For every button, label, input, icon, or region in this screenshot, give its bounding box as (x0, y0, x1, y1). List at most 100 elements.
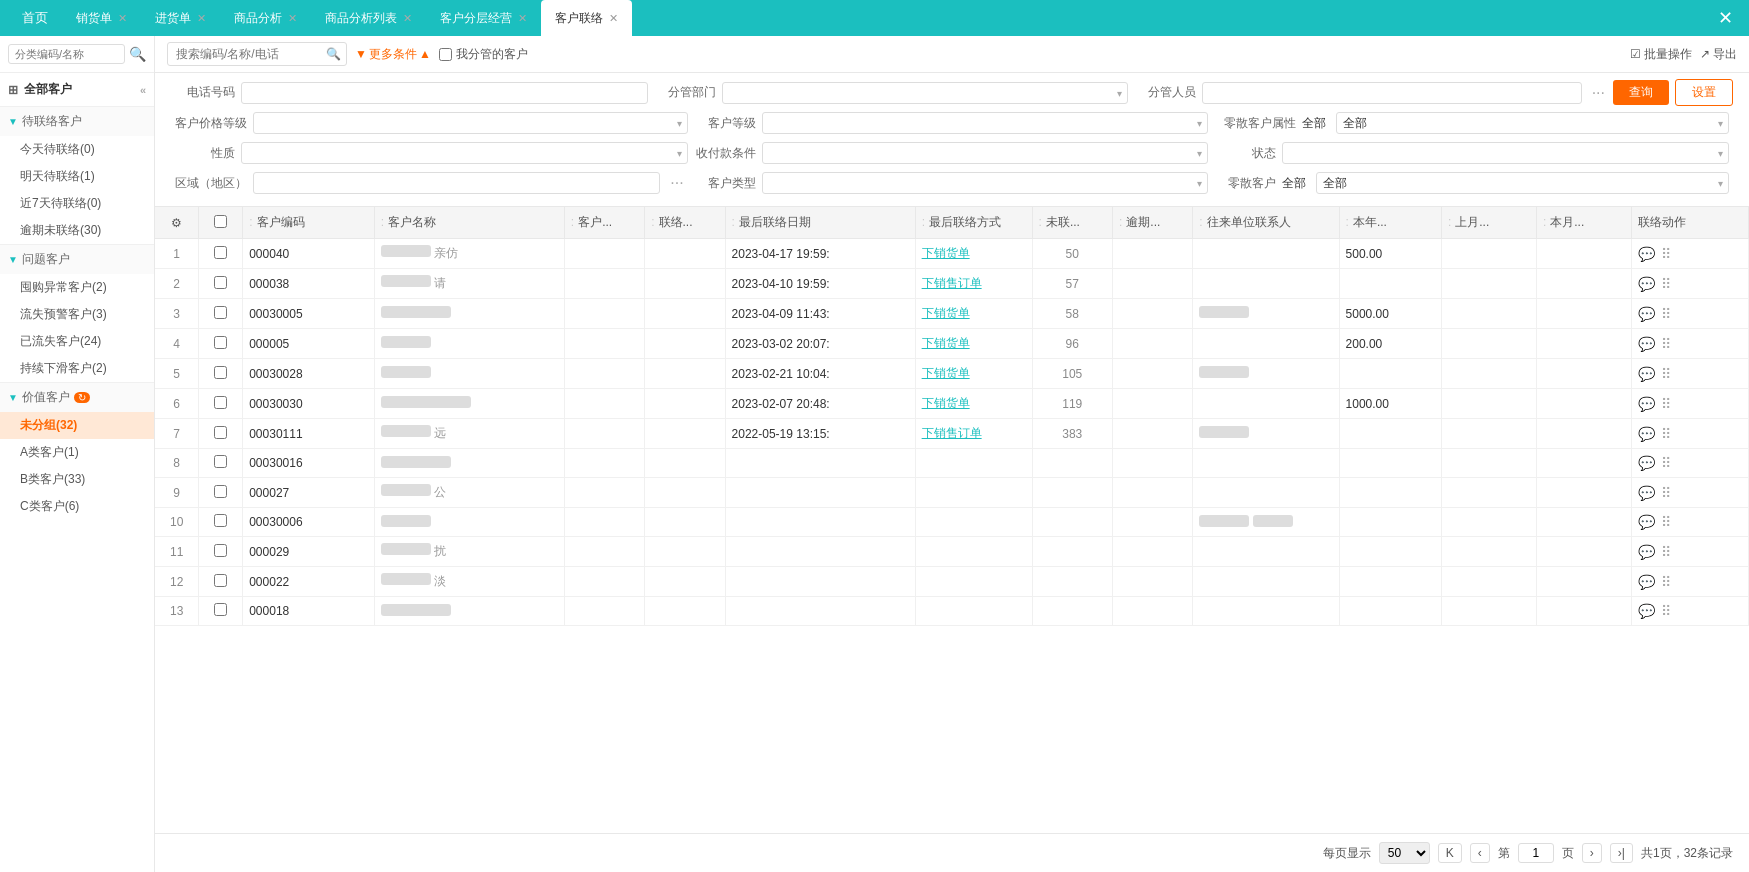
status-select[interactable] (1282, 142, 1729, 164)
price-level-select[interactable] (253, 112, 688, 134)
col-this-year[interactable]: :本年... (1339, 207, 1441, 239)
col-this-month[interactable]: :本月... (1536, 207, 1631, 239)
chat-icon[interactable]: 💬 (1638, 544, 1655, 560)
chat-icon[interactable]: 💬 (1638, 366, 1655, 382)
row-check[interactable] (199, 449, 243, 478)
sidebar-section-problem[interactable]: ▼ 问题客户 (0, 244, 154, 274)
col-last-date[interactable]: :最后联络日期 (725, 207, 915, 239)
col-check[interactable] (199, 207, 243, 239)
batch-ops-btn[interactable]: ☑ 批量操作 (1630, 46, 1692, 63)
col-last-month[interactable]: :上月... (1441, 207, 1536, 239)
row-check[interactable] (199, 389, 243, 419)
more-icon[interactable]: ⠿ (1661, 366, 1671, 382)
row-checkbox[interactable] (214, 246, 227, 259)
col-settings[interactable]: ⚙ (155, 207, 199, 239)
row-checkbox[interactable] (214, 514, 227, 527)
close-icon[interactable]: ✕ (197, 12, 206, 25)
row-check[interactable] (199, 359, 243, 389)
row-check[interactable] (199, 419, 243, 449)
sidebar-item-overdue[interactable]: 逾期未联络(30) (0, 217, 154, 244)
more-icon[interactable]: ⠿ (1661, 455, 1671, 471)
page-input[interactable] (1518, 843, 1554, 863)
row-check[interactable] (199, 508, 243, 537)
more-icon[interactable]: ⠿ (1661, 426, 1671, 442)
row-checkbox[interactable] (214, 366, 227, 379)
col-overdue[interactable]: :逾期... (1112, 207, 1192, 239)
sidebar-search-icon[interactable]: 🔍 (129, 46, 146, 62)
row-check[interactable] (199, 299, 243, 329)
col-unit-contact[interactable]: :往来单位联系人 (1193, 207, 1339, 239)
sidebar-item-hoarding[interactable]: 囤购异常客户(2) (0, 274, 154, 301)
chat-icon[interactable]: 💬 (1638, 276, 1655, 292)
nature-select[interactable] (241, 142, 688, 164)
first-page-btn[interactable]: K (1438, 843, 1462, 863)
sidebar-item-churn-warning[interactable]: 流失预警客户(3) (0, 301, 154, 328)
more-icon[interactable]: ⠿ (1661, 306, 1671, 322)
sidebar-item-ungrouped[interactable]: 未分组(32) (0, 412, 154, 439)
chevron-left-icon[interactable]: « (140, 84, 146, 96)
close-icon[interactable]: ✕ (118, 12, 127, 25)
chat-icon[interactable]: 💬 (1638, 603, 1655, 619)
chat-icon[interactable]: 💬 (1638, 455, 1655, 471)
customer-type-select[interactable] (762, 172, 1209, 194)
more-icon[interactable]: ⠿ (1661, 574, 1671, 590)
more-icon[interactable]: ⠿ (1661, 603, 1671, 619)
last-way-link[interactable]: 下销售订单 (922, 276, 982, 290)
more-icon[interactable]: ⠿ (1661, 485, 1671, 501)
sidebar-search-input[interactable] (8, 44, 125, 64)
row-check[interactable] (199, 329, 243, 359)
sidebar-item-declining[interactable]: 持续下滑客户(2) (0, 355, 154, 382)
col-type[interactable]: :客户... (564, 207, 644, 239)
next-page-btn[interactable]: › (1582, 843, 1602, 863)
window-close-icon[interactable]: ✕ (1710, 7, 1741, 29)
select-all-checkbox[interactable] (214, 215, 227, 228)
manager-dots-icon[interactable]: ··· (1588, 85, 1609, 101)
more-icon[interactable]: ⠿ (1661, 336, 1671, 352)
row-checkbox[interactable] (214, 544, 227, 557)
chat-icon[interactable]: 💬 (1638, 246, 1655, 262)
chat-icon[interactable]: 💬 (1638, 485, 1655, 501)
more-conditions-btn[interactable]: ▼ 更多条件 ▲ (355, 46, 431, 63)
chat-icon[interactable]: 💬 (1638, 396, 1655, 412)
nav-tab-analysis[interactable]: 商品分析 ✕ (220, 0, 311, 36)
phone-input[interactable] (241, 82, 648, 104)
sidebar-item-class-b[interactable]: B类客户(33) (0, 466, 154, 493)
reset-button[interactable]: 设置 (1675, 79, 1733, 106)
more-icon[interactable]: ⠿ (1661, 514, 1671, 530)
nav-home[interactable]: 首页 (8, 0, 62, 36)
nav-tab-customer-contact[interactable]: 客户联络 ✕ (541, 0, 632, 36)
sidebar-all-customers[interactable]: ⊞ 全部客户 « (0, 73, 154, 106)
more-icon[interactable]: ⠿ (1661, 544, 1671, 560)
my-customers-checkbox[interactable]: 我分管的客户 (439, 46, 528, 63)
sidebar-item-7days[interactable]: 近7天待联络(0) (0, 190, 154, 217)
sidebar-section-pending[interactable]: ▼ 待联络客户 (0, 106, 154, 136)
chat-icon[interactable]: 💬 (1638, 426, 1655, 442)
region-input[interactable] (253, 172, 660, 194)
close-icon[interactable]: ✕ (609, 12, 618, 25)
row-check[interactable] (199, 537, 243, 567)
row-checkbox[interactable] (214, 455, 227, 468)
row-checkbox[interactable] (214, 603, 227, 616)
customer-level-select[interactable] (762, 112, 1209, 134)
row-checkbox[interactable] (214, 306, 227, 319)
sidebar-item-class-c[interactable]: C类客户(6) (0, 493, 154, 520)
sidebar-item-class-a[interactable]: A类客户(1) (0, 439, 154, 466)
row-checkbox[interactable] (214, 574, 227, 587)
manager-input[interactable] (1202, 82, 1581, 104)
last-page-btn[interactable]: ›| (1610, 843, 1633, 863)
region-dots-icon[interactable]: ··· (666, 175, 687, 191)
prev-page-btn[interactable]: ‹ (1470, 843, 1490, 863)
sidebar-item-churned[interactable]: 已流失客户(24) (0, 328, 154, 355)
sidebar-item-today[interactable]: 今天待联络(0) (0, 136, 154, 163)
query-button[interactable]: 查询 (1613, 80, 1669, 105)
more-icon[interactable]: ⠿ (1661, 246, 1671, 262)
row-check[interactable] (199, 567, 243, 597)
col-code[interactable]: :客户编码 (243, 207, 375, 239)
nav-tab-customer-tier[interactable]: 客户分层经营 ✕ (426, 0, 541, 36)
export-btn[interactable]: ↗ 导出 (1700, 46, 1737, 63)
more-icon[interactable]: ⠿ (1661, 396, 1671, 412)
last-way-link[interactable]: 下销货单 (922, 366, 970, 380)
dept-select[interactable] (722, 82, 1129, 104)
last-way-link[interactable]: 下销货单 (922, 396, 970, 410)
last-way-link[interactable]: 下销货单 (922, 336, 970, 350)
